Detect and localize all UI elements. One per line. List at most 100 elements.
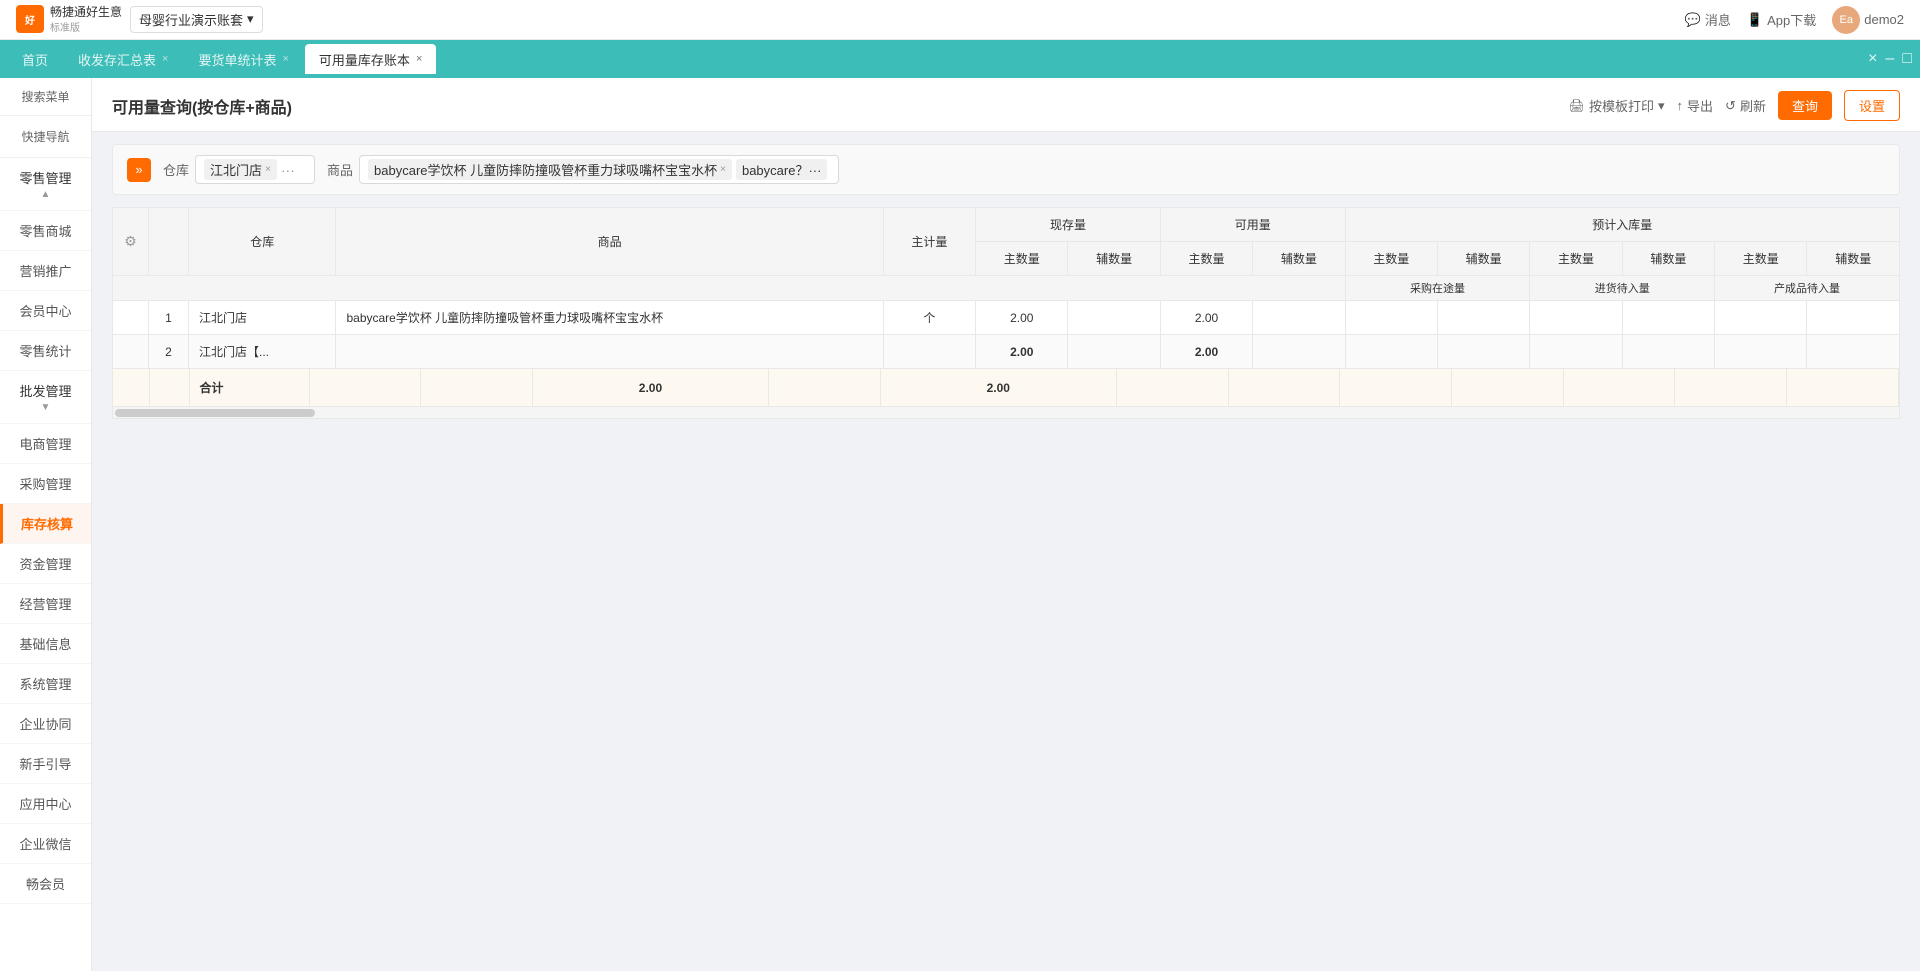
- row1-product: babycare学饮杯 儿童防摔防撞吸管杯重力球吸嘴杯宝宝水杯: [336, 301, 883, 335]
- tab-order-stats-close[interactable]: ×: [282, 53, 288, 65]
- sidebar-item-business[interactable]: 经营管理: [0, 584, 91, 624]
- message-label: 消息: [1705, 10, 1731, 29]
- sidebar-item-purchase[interactable]: 采购管理: [0, 464, 91, 504]
- th-purchase-pending-aux: 辅数量: [1622, 242, 1714, 276]
- th-available-group: 可用量: [1160, 208, 1345, 242]
- sidebar-item-marketing[interactable]: 营销推广: [0, 251, 91, 291]
- sidebar-quick-nav-label[interactable]: 快捷导航: [0, 122, 91, 151]
- sidebar-item-system-label: 系统管理: [19, 674, 71, 693]
- app-download-button[interactable]: 📱 App下载: [1747, 10, 1816, 29]
- row1-pp-main: [1530, 301, 1622, 335]
- wholesale-mgmt-arrow: ▼: [41, 402, 51, 413]
- row2-settings: [113, 335, 149, 369]
- settings-label: 设置: [1859, 96, 1885, 115]
- sidebar-item-vip[interactable]: 畅会员: [0, 864, 91, 904]
- message-button[interactable]: 💬 消息: [1685, 10, 1731, 29]
- warehouse-tag-text: 江北门店: [210, 160, 262, 179]
- footer-pp-main: [1451, 369, 1563, 406]
- settings-button[interactable]: 设置: [1844, 90, 1900, 121]
- th-available-main: 主数量: [1160, 242, 1252, 276]
- sidebar-item-retail-mgmt[interactable]: 零售管理 ▲: [0, 158, 91, 211]
- warehouse-tag-close[interactable]: ×: [265, 164, 271, 175]
- row1-settings: [113, 301, 149, 335]
- page-actions: 🖨 按模板打印 ▾ ↑ 导出 ↺ 刷新 查询: [1568, 90, 1900, 121]
- product-tag-container[interactable]: babycare学饮杯 儿童防摔防撞吸管杯重力球吸嘴杯宝宝水杯 × babyca…: [359, 155, 839, 184]
- query-button[interactable]: 查询: [1778, 91, 1832, 120]
- refresh-icon: ↺: [1725, 98, 1736, 114]
- sidebar-item-enterprise[interactable]: 企业协同: [0, 704, 91, 744]
- nav-close-btn[interactable]: ×: [1868, 50, 1877, 68]
- sidebar-item-vip-label: 畅会员: [26, 874, 65, 893]
- template-print-button[interactable]: 🖨 按模板打印 ▾: [1568, 96, 1664, 115]
- sidebar-item-retail-mall[interactable]: 零售商城: [0, 211, 91, 251]
- sidebar-item-wholesale-mgmt[interactable]: 批发管理 ▼: [0, 371, 91, 424]
- tab-stock-summary[interactable]: 收发存汇总表 ×: [64, 44, 182, 74]
- nav-min-btn[interactable]: –: [1885, 50, 1894, 68]
- nav-tabs-right: × – □: [1868, 50, 1912, 68]
- sidebar-item-system[interactable]: 系统管理: [0, 664, 91, 704]
- row2-stock-aux: [1068, 335, 1160, 369]
- sidebar-item-app-center[interactable]: 应用中心: [0, 784, 91, 824]
- sidebar-item-inventory-label: 库存核算: [21, 514, 73, 533]
- table-footer: 合计 2.00 2.00: [112, 369, 1900, 407]
- th-stock-group: 现存量: [976, 208, 1161, 242]
- sidebar-item-finance-label: 资金管理: [19, 554, 71, 573]
- print-dropdown-icon: ▾: [1658, 98, 1665, 114]
- tab-available-stock-label: 可用量库存账本: [319, 50, 410, 69]
- sidebar-item-basic-info[interactable]: 基础信息: [0, 624, 91, 664]
- product-tag-1-close[interactable]: ×: [720, 164, 726, 175]
- footer-spacer1: [113, 369, 149, 406]
- sidebar-search-text[interactable]: 搜索菜单: [8, 88, 83, 105]
- sidebar-item-ecommerce[interactable]: 电商管理: [0, 424, 91, 464]
- row1-pt-main: [1345, 301, 1437, 335]
- sidebar-quick-nav[interactable]: 快捷导航: [0, 116, 91, 158]
- export-button[interactable]: ↑ 导出: [1677, 96, 1714, 115]
- tab-home[interactable]: 首页: [8, 44, 62, 74]
- row1-stock-aux: [1068, 301, 1160, 335]
- logo-text: 畅捷通好生意: [50, 5, 122, 19]
- th-purchase-pending-main: 主数量: [1530, 242, 1622, 276]
- tab-available-stock[interactable]: 可用量库存账本 ×: [305, 44, 436, 74]
- row2-pp-main: [1530, 335, 1622, 369]
- sidebar-item-member[interactable]: 会员中心: [0, 291, 91, 331]
- sidebar-item-retail-mall-label: 零售商城: [19, 221, 71, 240]
- sidebar-item-retail-stats[interactable]: 零售统计: [0, 331, 91, 371]
- row1-pp-aux: [1622, 301, 1714, 335]
- store-dropdown-icon: ▾: [247, 11, 254, 27]
- row2-available-aux: [1253, 335, 1345, 369]
- footer-pp-aux: [1563, 369, 1675, 406]
- table-area: ⚙ 仓库 商品 主计量 现存量 可用量 预计入库量 主数量 辅数量 主数量: [112, 207, 1900, 951]
- filter-expand-button[interactable]: »: [127, 158, 151, 182]
- footer-table: 合计 2.00 2.00: [113, 369, 1899, 406]
- store-selector[interactable]: 母婴行业演示账套 ▾: [130, 6, 263, 33]
- scroll-bar[interactable]: [112, 407, 1900, 419]
- user-area[interactable]: Ea demo2: [1832, 6, 1904, 34]
- th-planned-in-group: 预计入库量: [1345, 208, 1899, 242]
- tab-stock-summary-close[interactable]: ×: [162, 53, 168, 65]
- warehouse-tag-container[interactable]: 江北门店 × ···: [195, 155, 315, 184]
- warehouse-more-dots[interactable]: ···: [281, 162, 295, 178]
- scroll-thumb[interactable]: [115, 409, 315, 417]
- sidebar-item-app-center-label: 应用中心: [19, 794, 71, 813]
- th-product-pending-main: 主数量: [1715, 242, 1807, 276]
- nav-max-btn[interactable]: □: [1902, 50, 1912, 68]
- sidebar-item-guide[interactable]: 新手引导: [0, 744, 91, 784]
- refresh-button[interactable]: ↺ 刷新: [1725, 96, 1766, 115]
- row1-num: 1: [149, 301, 189, 335]
- th-available-aux: 辅数量: [1253, 242, 1345, 276]
- sidebar-item-finance[interactable]: 资金管理: [0, 544, 91, 584]
- row2-prd-aux: [1807, 335, 1900, 369]
- product-tag-1: babycare学饮杯 儿童防摔防撞吸管杯重力球吸嘴杯宝宝水杯 ×: [368, 159, 732, 180]
- sidebar-item-inventory[interactable]: 库存核算: [0, 504, 91, 544]
- gear-icon[interactable]: ⚙: [124, 233, 137, 249]
- tab-order-stats[interactable]: 要货单统计表 ×: [184, 44, 302, 74]
- nav-tabs: 首页 收发存汇总表 × 要货单统计表 × 可用量库存账本 × × – □: [0, 40, 1920, 78]
- sidebar-search[interactable]: 搜索菜单: [0, 78, 91, 116]
- tab-available-stock-close[interactable]: ×: [416, 53, 422, 65]
- th-settings[interactable]: ⚙: [113, 208, 149, 276]
- row1-prd-main: [1715, 301, 1807, 335]
- warehouse-filter: 仓库 江北门店 × ···: [163, 155, 315, 184]
- th-purchase-transit-aux: 辅数量: [1437, 242, 1529, 276]
- top-bar: 好 畅捷通好生意 标准版 母婴行业演示账套 ▾ 💬 消息 📱 App下载 Ea …: [0, 0, 1920, 40]
- sidebar-item-wechat[interactable]: 企业微信: [0, 824, 91, 864]
